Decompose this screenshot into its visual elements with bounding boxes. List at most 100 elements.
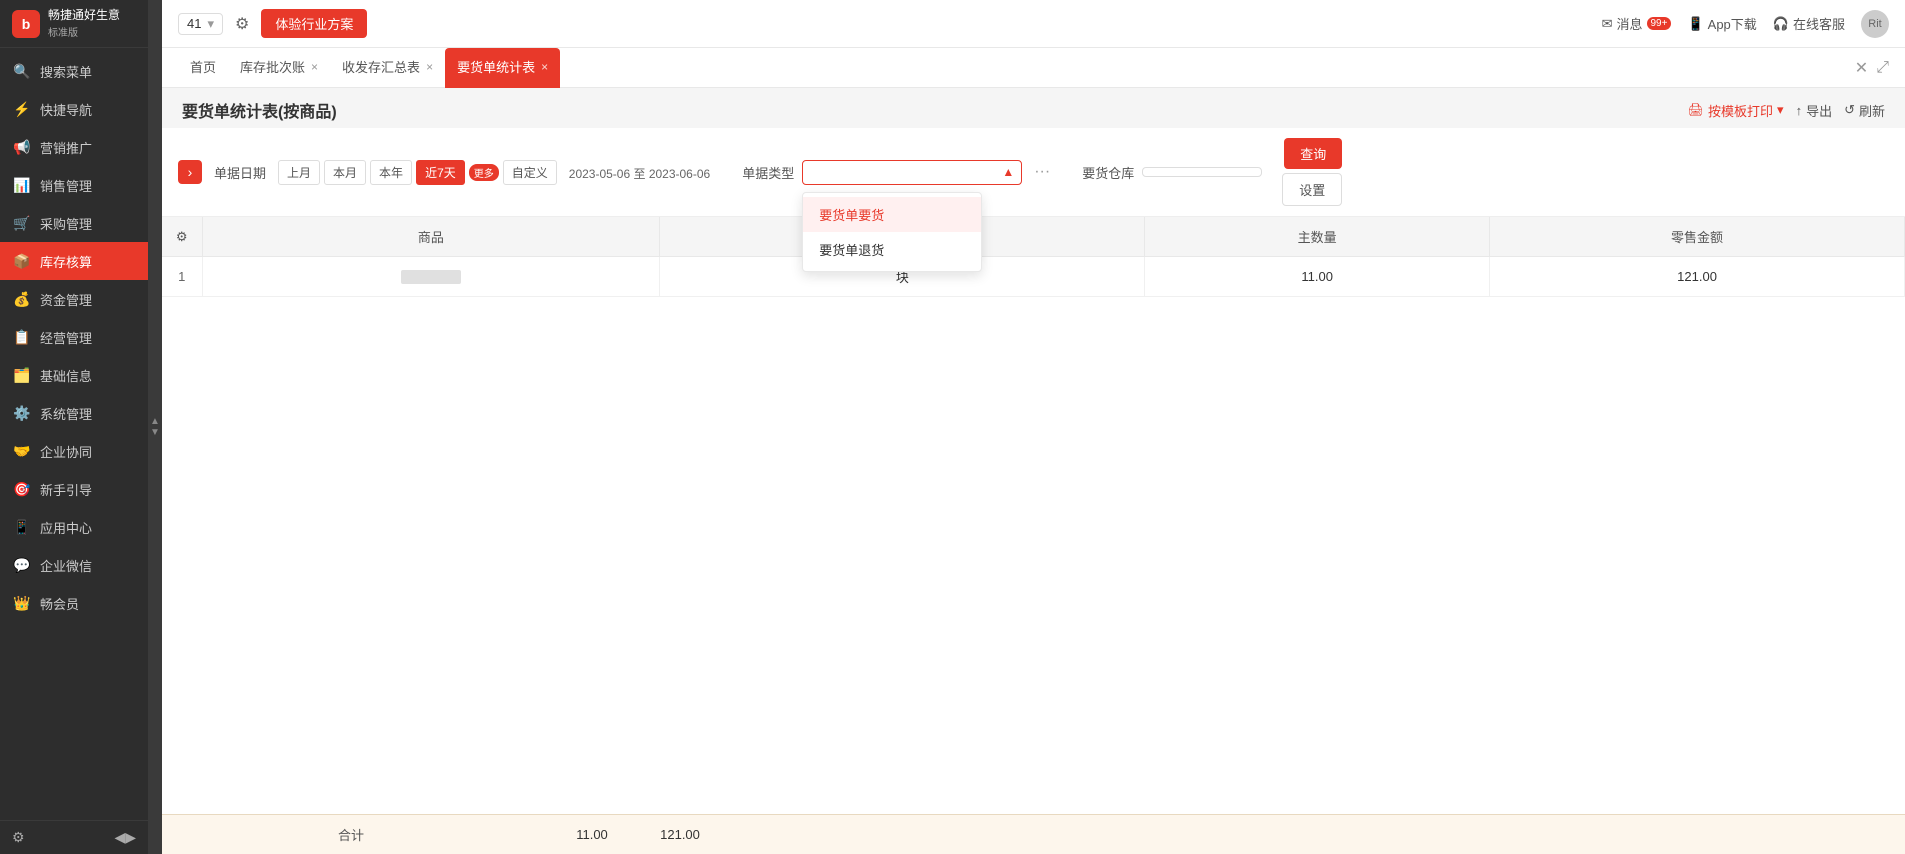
- topbar-settings-icon[interactable]: ⚙: [235, 14, 249, 34]
- th-settings[interactable]: ⚙: [162, 217, 202, 257]
- sidebar-item-enterprise-label: 企业协同: [40, 442, 92, 461]
- sidebar-item-finance[interactable]: 💰 资金管理: [0, 280, 148, 318]
- topbar-right: ✉ 消息 99+ 📱 App下载 🎧 在线客服 Rit: [1602, 10, 1889, 38]
- sidebar-bottom: ⚙ ◀▶: [0, 820, 148, 854]
- tab-batch-account[interactable]: 库存批次账 ×: [228, 48, 330, 88]
- tab-home[interactable]: 首页: [178, 48, 228, 88]
- date-this-month-btn[interactable]: 本月: [324, 160, 366, 185]
- app-download-label: App下载: [1708, 14, 1757, 33]
- tab-order-stats[interactable]: 要货单统计表 ×: [445, 48, 560, 88]
- date-filter-group: 上月 本月 本年 近7天 更多 自定义: [278, 160, 557, 185]
- sidebar-item-member[interactable]: 👑 畅会员: [0, 584, 148, 622]
- dropdown-item-return[interactable]: 要货单退货: [803, 232, 981, 267]
- print-label: 按模板打印: [1708, 101, 1773, 120]
- sidebar-item-guide-label: 新手引导: [40, 480, 92, 499]
- query-button[interactable]: 查询: [1284, 138, 1342, 169]
- footer-quantity: 11.00: [552, 827, 632, 842]
- tab-batch-account-label: 库存批次账: [240, 57, 305, 76]
- date-last-7-days-btn[interactable]: 近7天: [416, 160, 465, 185]
- type-filter-more-icon[interactable]: ···: [1034, 163, 1050, 181]
- set-button[interactable]: 设置: [1282, 173, 1342, 206]
- sidebar-item-purchase-label: 采购管理: [40, 214, 92, 233]
- settings-gear-icon[interactable]: ⚙: [12, 829, 25, 846]
- sidebar-item-sales[interactable]: 📊 销售管理: [0, 166, 148, 204]
- system-icon: ⚙️: [12, 403, 32, 423]
- date-this-year-btn[interactable]: 本年: [370, 160, 412, 185]
- store-selector[interactable]: 41 ▾: [178, 13, 223, 35]
- store-name: 41: [187, 16, 201, 31]
- sidebar-scroll-handle[interactable]: ▲▼: [148, 0, 162, 854]
- tab-receivable-close-icon[interactable]: ×: [426, 60, 433, 74]
- sidebar-logo: b 畅捷通好生意 标准版: [0, 0, 148, 48]
- message-label: 消息: [1616, 14, 1642, 33]
- type-select[interactable]: [802, 160, 1022, 185]
- message-icon: ✉: [1602, 16, 1613, 32]
- table-row: 1 块 11.00 121.00: [162, 257, 1905, 297]
- member-icon: 👑: [12, 593, 32, 613]
- service-icon: 🎧: [1773, 16, 1789, 32]
- app-version: 标准版: [48, 24, 120, 39]
- sidebar-item-search[interactable]: 🔍 搜索菜单: [0, 52, 148, 90]
- filter-right-buttons: 查询 设置: [1282, 138, 1342, 206]
- sidebar-item-enterprise[interactable]: 🤝 企业协同: [0, 432, 148, 470]
- sidebar-item-inventory[interactable]: 📦 库存核算: [0, 242, 148, 280]
- warehouse-input[interactable]: [1142, 167, 1262, 177]
- sidebar-item-wechat[interactable]: 💬 企业微信: [0, 546, 148, 584]
- th-product: 商品: [202, 217, 660, 257]
- page-content: 要货单统计表(按商品) 🖨 按模板打印 ▾ ↑ 导出 ↺ 刷新 ›: [162, 88, 1905, 854]
- app-logo-icon: b: [12, 10, 40, 38]
- tab-order-stats-close-icon[interactable]: ×: [541, 60, 548, 74]
- sidebar-item-marketing[interactable]: 📢 营销推广: [0, 128, 148, 166]
- th-amount: 零售金额: [1490, 217, 1905, 257]
- close-all-tabs-icon[interactable]: ✕: [1855, 58, 1868, 78]
- date-last-month-btn[interactable]: 上月: [278, 160, 320, 185]
- product-cell: [215, 270, 648, 284]
- enterprise-icon: 🤝: [12, 441, 32, 461]
- print-button[interactable]: 🖨 按模板打印 ▾: [1688, 101, 1784, 120]
- search-icon: 🔍: [12, 61, 32, 81]
- wechat-icon: 💬: [12, 555, 32, 575]
- sidebar-item-quick-nav[interactable]: ⚡ 快捷导航: [0, 90, 148, 128]
- store-chevron-icon: ▾: [207, 16, 214, 32]
- online-service-button[interactable]: 🎧 在线客服: [1773, 14, 1845, 33]
- sidebar-item-guide[interactable]: 🎯 新手引导: [0, 470, 148, 508]
- message-button[interactable]: ✉ 消息 99+: [1602, 14, 1672, 33]
- footer-amount: 121.00: [640, 827, 720, 842]
- tab-batch-account-close-icon[interactable]: ×: [311, 60, 318, 74]
- guide-icon: 🎯: [12, 479, 32, 499]
- sidebar-item-operation-label: 经营管理: [40, 328, 92, 347]
- export-icon: ↑: [1796, 103, 1803, 118]
- type-filter-section: 单据类型 ▲ ··· 要货单要货 要货单退货: [742, 160, 1050, 185]
- user-avatar[interactable]: Rit: [1861, 10, 1889, 38]
- collapse-sidebar-icon[interactable]: ◀▶: [114, 829, 136, 846]
- sidebar-item-basic[interactable]: 🗂️ 基础信息: [0, 356, 148, 394]
- product-placeholder: [401, 270, 461, 284]
- dropdown-item-order[interactable]: 要货单要货: [803, 197, 981, 232]
- app-download-button[interactable]: 📱 App下载: [1687, 14, 1756, 33]
- filter-expand-button[interactable]: ›: [178, 160, 202, 184]
- refresh-button[interactable]: ↺ 刷新: [1844, 101, 1885, 120]
- export-button[interactable]: ↑ 导出: [1796, 101, 1833, 120]
- table-footer: 合计 11.00 121.00: [162, 814, 1905, 854]
- app-center-icon: 📱: [12, 517, 32, 537]
- sidebar-item-app-center[interactable]: 📱 应用中心: [0, 508, 148, 546]
- tab-receivable-summary[interactable]: 收发存汇总表 ×: [330, 48, 445, 88]
- operation-icon: 📋: [12, 327, 32, 347]
- trial-button[interactable]: 体验行业方案: [261, 9, 367, 38]
- row-product: [202, 257, 660, 297]
- date-custom-btn[interactable]: 自定义: [503, 160, 557, 185]
- app-download-icon: 📱: [1687, 16, 1703, 32]
- sidebar-item-operation[interactable]: 📋 经营管理: [0, 318, 148, 356]
- footer-label: 合计: [178, 825, 364, 844]
- sidebar-nav: 🔍 搜索菜单 ⚡ 快捷导航 📢 营销推广 📊 销售管理 🛒 采购管理 📦 库存核…: [0, 48, 148, 820]
- row-amount: 121.00: [1490, 257, 1905, 297]
- sidebar-item-search-label: 搜索菜单: [40, 62, 92, 81]
- date-filter-label: 单据日期: [214, 163, 266, 182]
- sidebar-item-purchase[interactable]: 🛒 采购管理: [0, 204, 148, 242]
- purchase-icon: 🛒: [12, 213, 32, 233]
- sidebar-item-system[interactable]: ⚙️ 系统管理: [0, 394, 148, 432]
- sidebar-item-basic-label: 基础信息: [40, 366, 92, 385]
- expand-tabs-icon[interactable]: ⤢: [1876, 59, 1889, 77]
- more-dates-badge[interactable]: 更多: [469, 164, 499, 181]
- refresh-icon: ↺: [1844, 102, 1855, 118]
